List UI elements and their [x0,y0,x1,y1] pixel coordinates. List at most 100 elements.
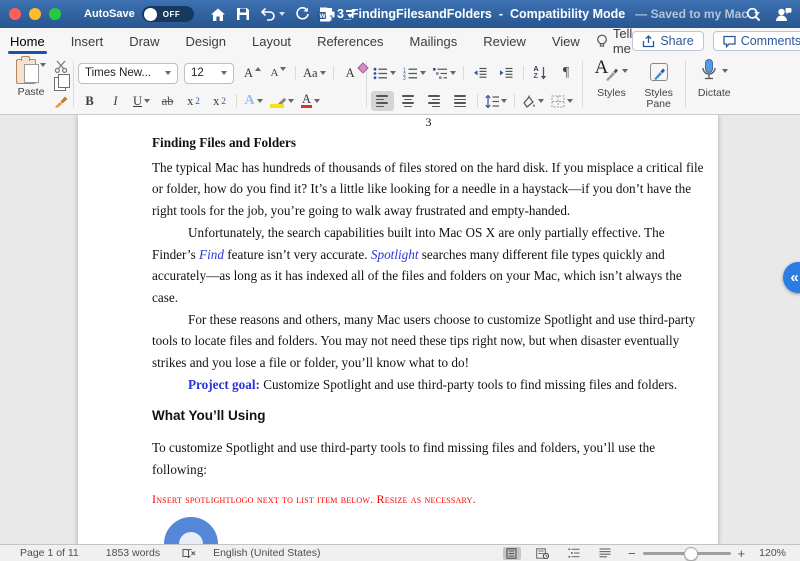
zoom-level[interactable]: 120% [759,547,786,559]
align-left-button[interactable] [371,91,394,111]
tab-layout[interactable]: Layout [252,30,291,53]
close-window-button[interactable] [9,8,21,20]
styles-pane-button[interactable]: StylesPane [636,54,681,114]
tab-insert[interactable]: Insert [71,30,104,53]
clear-formatting-button[interactable]: A [339,63,362,83]
ribbon-tabs: Home Insert Draw Design Layout References Mail… [10,30,580,53]
styles-dropdown-icon[interactable] [622,69,628,73]
multilevel-list-button[interactable] [431,63,458,83]
strikethrough-button[interactable]: ab [156,91,179,111]
text-run: The typical Mac has hundreds of thousand… [152,160,704,218]
svg-text:3: 3 [403,76,406,80]
align-right-button[interactable] [423,91,446,111]
tab-view[interactable]: View [552,30,580,53]
window-title: W 3_FindingFilesandFolders - Compatibili… [318,0,760,28]
align-center-button[interactable] [397,91,420,111]
word-doc-icon: W [318,7,331,22]
zoom-out-button[interactable]: − [628,546,636,561]
dictate-button[interactable]: Dictate [690,54,739,114]
minimize-window-button[interactable] [29,8,41,20]
underline-button[interactable]: U [130,91,153,111]
text-run: Find [199,247,224,262]
tab-review[interactable]: Review [483,30,526,53]
search-icon[interactable] [746,7,761,22]
language-status[interactable]: English (United States) [213,547,320,559]
shading-button[interactable] [520,91,546,111]
autosave-toggle[interactable]: OFF [142,6,194,22]
grow-font-button[interactable]: A [241,63,264,83]
bullets-button[interactable] [371,63,398,83]
feedback-icon[interactable] [775,7,792,22]
window-controls [9,8,61,20]
styles-pane-icon [650,63,668,81]
web-layout-view-button[interactable] [534,547,552,560]
undo-dropdown-icon[interactable] [279,12,285,16]
compatibility-mode-label: Compatibility Mode [510,7,625,21]
superscript-button[interactable]: x2 [208,91,231,111]
borders-button[interactable] [549,91,575,111]
paste-button[interactable]: Paste [8,54,54,114]
text-run: feature isn’t very accurate. [224,247,371,262]
tab-references[interactable]: References [317,30,383,53]
tab-home[interactable]: Home [10,30,45,53]
font-color-button[interactable]: A [299,91,322,111]
page-count-status[interactable]: Page 1 of 11 [20,547,79,559]
saved-status[interactable]: — Saved to my Mac [635,7,748,21]
word-count-status[interactable]: 1853 words [106,547,160,559]
document-area: 3 Finding Files and FoldersThe typical M… [0,115,800,545]
highlighter-icon [270,94,286,108]
copy-icon[interactable] [54,77,66,91]
tab-draw[interactable]: Draw [129,30,159,53]
line-spacing-button[interactable] [483,91,509,111]
print-layout-view-button[interactable] [503,547,521,560]
italic-button[interactable]: I [104,91,127,111]
spotlight-logo-image[interactable] [164,517,218,545]
decrease-indent-button[interactable] [469,63,492,83]
divider [582,61,583,107]
zoom-slider-handle[interactable] [684,547,698,561]
view-switcher [503,547,614,560]
home-icon[interactable] [210,7,226,22]
format-painter-icon[interactable] [54,95,69,108]
titlebar-right-icons [746,0,792,28]
bold-button[interactable]: B [78,91,101,111]
page-content: 3 Finding Files and FoldersThe typical M… [78,115,718,510]
paste-dropdown-icon[interactable] [40,63,46,67]
tab-design[interactable]: Design [186,30,226,53]
highlight-color-button[interactable] [268,91,296,111]
sort-button[interactable]: AZ [529,63,552,83]
undo-icon[interactable] [260,7,285,21]
shrink-font-button[interactable]: A [267,63,290,83]
comments-button[interactable]: Comments [713,31,800,51]
zoom-slider[interactable] [643,552,731,555]
double-chevron-left-icon: « [790,269,798,286]
styles-button[interactable]: A Styles [587,54,637,114]
show-paragraph-marks-button[interactable]: ¶ [555,63,578,83]
increase-indent-button[interactable] [495,63,518,83]
draft-view-button[interactable] [596,547,614,560]
document-page[interactable]: 3 Finding Files and FoldersThe typical M… [78,115,718,545]
zoom-controls: − + [628,546,745,561]
font-name-select[interactable]: Times New... [78,63,178,84]
clipboard-group: Paste [0,54,69,114]
subscript-button[interactable]: x2 [182,91,205,111]
justify-button[interactable] [449,91,472,111]
document-body: Finding Files and FoldersThe typical Mac… [152,132,705,510]
save-icon[interactable] [236,7,250,21]
text-effects-button[interactable]: A [242,91,265,111]
tab-mailings[interactable]: Mailings [410,30,458,53]
tell-me-label: Tell me [613,26,633,56]
text-run: To customize Spotlight and use third-par… [152,440,655,477]
zoom-window-button[interactable] [49,8,61,20]
tell-me[interactable]: Tell me [596,26,633,56]
font-size-select[interactable]: 12 [184,63,234,84]
dictate-dropdown-icon[interactable] [722,69,728,73]
cut-icon[interactable] [54,60,69,73]
share-button[interactable]: Share [632,31,703,51]
outline-view-button[interactable] [565,547,583,560]
numbering-button[interactable]: 123 [401,63,428,83]
change-case-button[interactable]: Aa [301,63,328,83]
zoom-in-button[interactable]: + [738,546,746,561]
redo-icon[interactable] [295,7,310,21]
proofing-status-icon[interactable] [182,548,196,559]
